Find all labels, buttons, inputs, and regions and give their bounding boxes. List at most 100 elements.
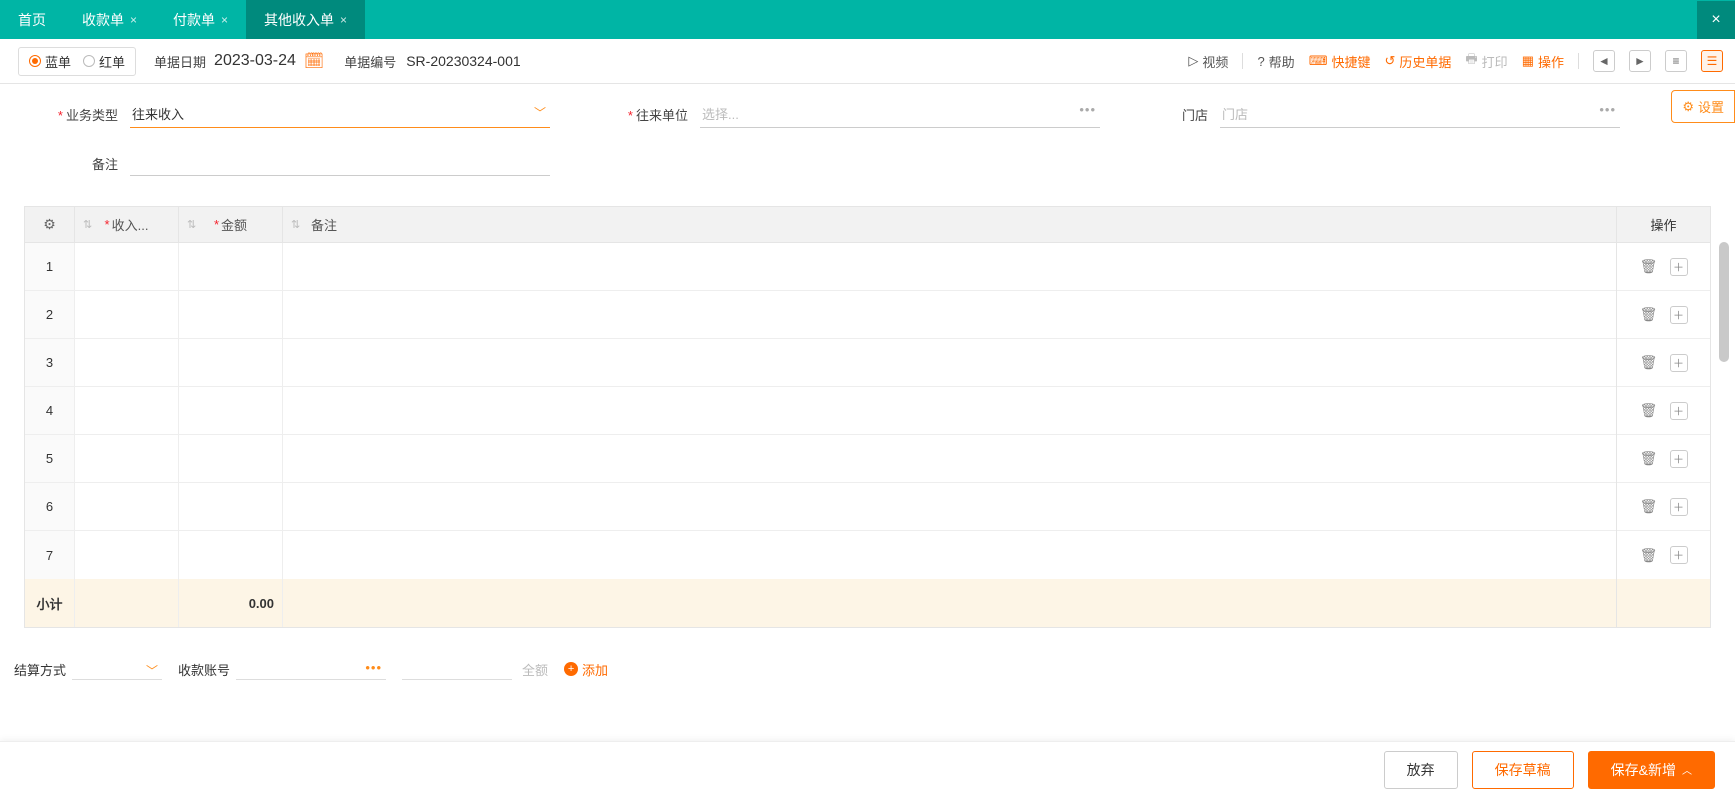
row-index: 5 bbox=[25, 435, 75, 482]
add-row-icon[interactable]: ＋ bbox=[1670, 546, 1688, 564]
prev-button[interactable]: ◄ bbox=[1593, 50, 1615, 72]
history-link[interactable]: ↺历史单据 bbox=[1384, 52, 1451, 71]
cell-remark[interactable] bbox=[283, 243, 1616, 290]
cell-income[interactable] bbox=[75, 531, 179, 579]
th-amount[interactable]: *金额 bbox=[179, 207, 283, 242]
cell-remark[interactable] bbox=[283, 483, 1616, 530]
date-value[interactable]: 2023-03-24 bbox=[214, 52, 296, 70]
settlement-row: 结算方式 ﹀ 收款账号 ••• 全额 + 添加 bbox=[14, 658, 1711, 680]
cell-amount[interactable] bbox=[179, 435, 283, 482]
calendar-icon[interactable]: 🗓 bbox=[304, 51, 324, 71]
add-row-icon[interactable]: ＋ bbox=[1670, 498, 1688, 516]
cell-remark[interactable] bbox=[283, 387, 1616, 434]
cell-income[interactable] bbox=[75, 339, 179, 386]
close-panel-button[interactable]: × bbox=[1697, 1, 1735, 39]
counterparty-input[interactable]: 选择... ••• bbox=[700, 100, 1100, 128]
operate-cell: 🗑＋ bbox=[1617, 243, 1710, 291]
cell-amount[interactable] bbox=[179, 291, 283, 338]
receipt-account-input[interactable]: ••• bbox=[236, 658, 386, 680]
radio-blue[interactable]: 蓝单 bbox=[29, 52, 71, 71]
video-link[interactable]: ▷视频 bbox=[1188, 52, 1228, 71]
full-amount-link[interactable]: 全额 bbox=[522, 660, 548, 679]
view-mode-1-button[interactable]: ≡ bbox=[1665, 50, 1687, 72]
business-type-select[interactable]: 往来收入 ﹀ bbox=[130, 100, 550, 128]
save-and-new-button[interactable]: 保存&新增︿ bbox=[1588, 751, 1715, 789]
remark-input[interactable] bbox=[130, 150, 550, 176]
cell-remark[interactable] bbox=[283, 531, 1616, 579]
cell-remark[interactable] bbox=[283, 339, 1616, 386]
plus-icon: + bbox=[564, 662, 578, 676]
field-full-amount: 全额 bbox=[402, 658, 548, 680]
help-link[interactable]: ?帮助 bbox=[1257, 52, 1294, 71]
th-remark[interactable]: 备注 bbox=[283, 207, 1616, 242]
tab-payment[interactable]: 付款单× bbox=[155, 0, 246, 39]
cell-amount[interactable] bbox=[179, 243, 283, 290]
more-icon[interactable]: ••• bbox=[1599, 102, 1616, 117]
tab-other-income[interactable]: 其他收入单 × bbox=[246, 0, 365, 39]
play-icon: ▷ bbox=[1188, 53, 1198, 69]
cell-income[interactable] bbox=[75, 291, 179, 338]
operate-link[interactable]: ▦操作 bbox=[1522, 52, 1564, 71]
form-area: 业务类型 往来收入 ﹀ 往来单位 选择... ••• 门店 门店 ••• 备注 bbox=[0, 84, 1735, 206]
cell-income[interactable] bbox=[75, 387, 179, 434]
settle-method-select[interactable]: ﹀ bbox=[72, 658, 162, 680]
field-value: 往来收入 bbox=[132, 107, 184, 122]
cell-amount[interactable] bbox=[179, 387, 283, 434]
add-row-icon[interactable]: ＋ bbox=[1670, 354, 1688, 372]
grid-icon: ▦ bbox=[1522, 53, 1534, 69]
add-row-icon[interactable]: ＋ bbox=[1670, 450, 1688, 468]
delete-row-icon[interactable]: 🗑 bbox=[1640, 450, 1658, 468]
view-mode-2-button[interactable]: ☰ bbox=[1701, 50, 1723, 72]
amount-input[interactable] bbox=[402, 658, 512, 680]
row-index: 3 bbox=[25, 339, 75, 386]
delete-row-icon[interactable]: 🗑 bbox=[1640, 354, 1658, 372]
tab-label: 其他收入单 bbox=[264, 10, 334, 30]
doc-number-value: SR-20230324-001 bbox=[406, 53, 520, 69]
more-icon[interactable]: ••• bbox=[1079, 102, 1096, 117]
more-icon[interactable]: ••• bbox=[365, 660, 382, 675]
tab-home[interactable]: 首页 bbox=[0, 0, 64, 39]
radio-icon bbox=[29, 55, 41, 67]
th-gear[interactable]: ⚙ bbox=[25, 207, 75, 242]
field-label: 门店 bbox=[1160, 105, 1220, 124]
th-income[interactable]: *收入... bbox=[75, 207, 179, 242]
cell-remark[interactable] bbox=[283, 291, 1616, 338]
close-icon[interactable]: × bbox=[340, 13, 347, 27]
table-row: 1 bbox=[25, 243, 1616, 291]
close-icon[interactable]: × bbox=[221, 13, 228, 27]
shortcut-link[interactable]: ⌨快捷键 bbox=[1309, 52, 1371, 71]
cell-income[interactable] bbox=[75, 435, 179, 482]
discard-button[interactable]: 放弃 bbox=[1384, 751, 1458, 789]
cell-amount[interactable] bbox=[179, 483, 283, 530]
add-row-icon[interactable]: ＋ bbox=[1670, 306, 1688, 324]
divider bbox=[1578, 53, 1579, 69]
print-icon: 🖶 bbox=[1465, 50, 1477, 72]
scrollbar-thumb[interactable] bbox=[1719, 242, 1729, 362]
delete-row-icon[interactable]: 🗑 bbox=[1640, 306, 1658, 324]
field-receipt-account: 收款账号 ••• bbox=[178, 658, 386, 680]
delete-row-icon[interactable]: 🗑 bbox=[1640, 402, 1658, 420]
delete-row-icon[interactable]: 🗑 bbox=[1640, 498, 1658, 516]
cell-amount[interactable] bbox=[179, 531, 283, 579]
close-icon[interactable]: × bbox=[130, 13, 137, 27]
cell-remark[interactable] bbox=[283, 435, 1616, 482]
keyboard-icon: ⌨ bbox=[1309, 53, 1328, 69]
add-settlement-button[interactable]: + 添加 bbox=[564, 660, 608, 679]
cell-income[interactable] bbox=[75, 243, 179, 290]
field-settle-method: 结算方式 ﹀ bbox=[14, 658, 162, 680]
add-row-icon[interactable]: ＋ bbox=[1670, 258, 1688, 276]
add-row-icon[interactable]: ＋ bbox=[1670, 402, 1688, 420]
delete-row-icon[interactable]: 🗑 bbox=[1640, 546, 1658, 564]
print-link[interactable]: 🖶打印 bbox=[1465, 50, 1507, 72]
radio-red[interactable]: 红单 bbox=[83, 52, 125, 71]
store-input[interactable]: 门店 ••• bbox=[1220, 100, 1620, 128]
tab-receipt[interactable]: 收款单× bbox=[64, 0, 155, 39]
next-button[interactable]: ► bbox=[1629, 50, 1651, 72]
line-items-table: ⚙ *收入... *金额 备注 1234567 小计 0.00 操作 🗑＋🗑＋🗑… bbox=[24, 206, 1711, 628]
save-draft-button[interactable]: 保存草稿 bbox=[1472, 751, 1574, 789]
cell-income[interactable] bbox=[75, 483, 179, 530]
cell-amount[interactable] bbox=[179, 339, 283, 386]
delete-row-icon[interactable]: 🗑 bbox=[1640, 258, 1658, 276]
settings-button[interactable]: ⚙设置 bbox=[1671, 90, 1735, 123]
subtotal-op-cell bbox=[1617, 579, 1710, 627]
